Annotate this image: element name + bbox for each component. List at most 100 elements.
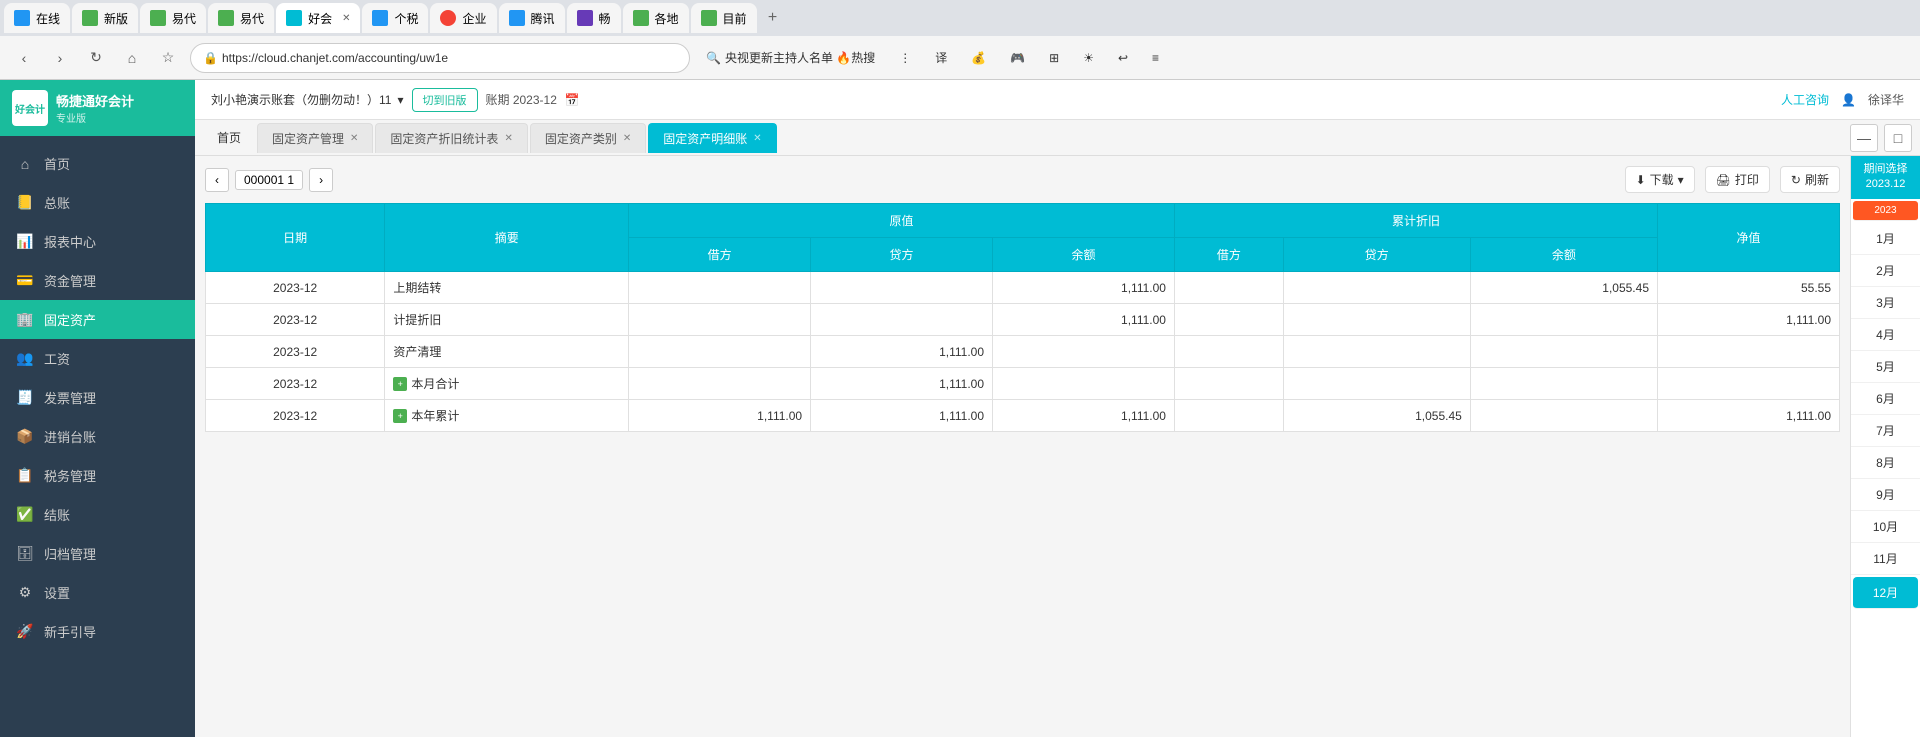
period-month[interactable]: 8月: [1851, 447, 1920, 479]
tab-minimize-button[interactable]: —: [1850, 124, 1878, 152]
sidebar-menu: ⌂ 首页 📒 总账 📊 报表中心 💳 资金管理 🏢 固定资产 👥 工资: [0, 136, 195, 737]
sidebar-item-fund[interactable]: 💳 资金管理: [0, 261, 195, 300]
address-bar-row: ‹ › ↻ ⌂ ☆ 🔒 https://cloud.chanjet.com/ac…: [0, 36, 1920, 80]
sidebar-item-invoice[interactable]: 🧾 发票管理: [0, 378, 195, 417]
sidebar-item-settings[interactable]: ⚙ 设置: [0, 573, 195, 612]
sidebar-item-archive[interactable]: 🗄 归档管理: [0, 534, 195, 573]
game-button[interactable]: 🎮: [1002, 47, 1033, 69]
cell-date: 2023-12: [206, 336, 385, 368]
cell-orig-credit: [811, 304, 993, 336]
forward-button[interactable]: ›: [46, 44, 74, 72]
new-tab-button[interactable]: +: [759, 4, 787, 32]
settle-icon: ✅: [16, 506, 34, 524]
row-icon: +: [393, 409, 407, 423]
grid-button[interactable]: ⊞: [1041, 47, 1067, 69]
period-month[interactable]: 11月: [1851, 543, 1920, 575]
tab-fixed-mgmt-close[interactable]: ✕: [350, 133, 358, 144]
calendar-icon: 📅: [565, 93, 580, 107]
wallet-button[interactable]: 💰: [963, 47, 994, 69]
undo-button[interactable]: ↩: [1110, 47, 1136, 69]
sidebar-subtitle: 专业版: [56, 110, 134, 125]
home-button[interactable]: ⌂: [118, 44, 146, 72]
dropdown-arrow-icon[interactable]: ▾: [397, 93, 403, 107]
period-month[interactable]: 9月: [1851, 479, 1920, 511]
tab-fixed-mgmt[interactable]: 固定资产管理 ✕: [257, 123, 373, 153]
ai-consult-button[interactable]: 人工咨询: [1781, 91, 1829, 108]
tab-actions: — □: [1850, 124, 1912, 152]
browser-tab-close-haohao[interactable]: ✕: [342, 13, 350, 24]
period-month[interactable]: 10月: [1851, 511, 1920, 543]
sidebar-item-settle[interactable]: ✅ 结账: [0, 495, 195, 534]
browser-menu[interactable]: ⋮: [891, 47, 919, 69]
sidebar-logo: 好会计: [12, 90, 48, 126]
browser-tab-mubiao[interactable]: 目前: [691, 3, 757, 33]
print-button[interactable]: 🖨 打印: [1705, 166, 1770, 193]
sidebar-item-fixed[interactable]: 🏢 固定资产: [0, 300, 195, 339]
cell-orig-debit: [629, 272, 811, 304]
ledger-icon: 📒: [16, 194, 34, 212]
translate-button[interactable]: 译: [927, 45, 955, 70]
theme-button[interactable]: ☀: [1075, 47, 1102, 69]
tab-category[interactable]: 固定资产类别 ✕: [530, 123, 646, 153]
period-month[interactable]: 4月: [1851, 319, 1920, 351]
period-month[interactable]: 7月: [1851, 415, 1920, 447]
bookmark-button[interactable]: ☆: [154, 44, 182, 72]
tab-maximize-button[interactable]: □: [1884, 124, 1912, 152]
browser-tab-yidai2[interactable]: 易代: [208, 3, 274, 33]
refresh-button[interactable]: ↻ 刷新: [1780, 166, 1840, 193]
back-button[interactable]: ‹: [10, 44, 38, 72]
sidebar-item-label-fund: 资金管理: [44, 271, 96, 290]
ledger-next-button[interactable]: ›: [309, 168, 333, 192]
address-text: https://cloud.chanjet.com/accounting/uw1…: [222, 51, 448, 65]
period-month[interactable]: 1月: [1851, 223, 1920, 255]
browser-tab-geshui[interactable]: 个税: [362, 3, 428, 33]
sidebar-item-inventory[interactable]: 📦 进销台账: [0, 417, 195, 456]
browser-tab-qiye[interactable]: 企业: [430, 3, 496, 33]
cell-net-value: 1,111.00: [1658, 400, 1840, 432]
sidebar-item-label-fixed: 固定资产: [44, 310, 96, 329]
sidebar-item-guide[interactable]: 🚀 新手引导: [0, 612, 195, 651]
browser-settings-button[interactable]: ≡: [1144, 47, 1167, 69]
period-month[interactable]: 2月: [1851, 255, 1920, 287]
reload-button[interactable]: ↻: [82, 44, 110, 72]
browser-tab-zaixian[interactable]: 在线: [4, 3, 70, 33]
switch-version-button[interactable]: 切到旧版: [412, 88, 478, 112]
th-accumulated: 累计折旧: [1174, 204, 1657, 238]
sidebar-item-label-settle: 结账: [44, 505, 70, 524]
period-month[interactable]: 12月: [1853, 577, 1918, 609]
cell-acc-debit: [1174, 304, 1283, 336]
search-bar[interactable]: 🔍 央视更新主持人名单 🔥热搜: [698, 45, 883, 70]
th-acc-debit: 借方: [1174, 238, 1283, 272]
browser-tab-yidai1[interactable]: 易代: [140, 3, 206, 33]
browser-tab-xin[interactable]: 新版: [72, 3, 138, 33]
download-button[interactable]: ⬇ 下载 ▾: [1625, 166, 1695, 193]
browser-tab-haohao[interactable]: 好会 ✕: [276, 3, 360, 33]
sidebar-item-ledger[interactable]: 📒 总账: [0, 183, 195, 222]
ledger-prev-button[interactable]: ‹: [205, 168, 229, 192]
browser-tab-gedi[interactable]: 各地: [623, 3, 689, 33]
period-month[interactable]: 6月: [1851, 383, 1920, 415]
cell-date: 2023-12: [206, 272, 385, 304]
browser-tab-chang[interactable]: 畅: [567, 3, 621, 33]
period-month[interactable]: 5月: [1851, 351, 1920, 383]
browser-tab-tengxun[interactable]: 腾讯: [499, 3, 565, 33]
guide-icon: 🚀: [16, 623, 34, 641]
tab-category-close[interactable]: ✕: [623, 133, 631, 144]
app-container: 好会计 畅捷通好会计 专业版 ⌂ 首页 📒 总账 📊 报表中心 💳 资金管: [0, 80, 1920, 737]
period-panel-title: 期间选择: [1855, 162, 1916, 177]
sidebar-item-label-tax: 税务管理: [44, 466, 96, 485]
sidebar-item-tax[interactable]: 📋 税务管理: [0, 456, 195, 495]
tab-depreciation-close[interactable]: ✕: [504, 133, 512, 144]
address-input[interactable]: 🔒 https://cloud.chanjet.com/accounting/u…: [190, 43, 690, 73]
tab-detail[interactable]: 固定资产明细账 ✕: [648, 123, 776, 153]
period-year-badge[interactable]: 2023: [1853, 201, 1918, 221]
period-month[interactable]: 3月: [1851, 287, 1920, 319]
tab-home[interactable]: 首页: [203, 123, 255, 152]
tab-detail-close[interactable]: ✕: [753, 133, 761, 144]
cell-net-value: 55.55: [1658, 272, 1840, 304]
sidebar-item-home[interactable]: ⌂ 首页: [0, 144, 195, 183]
sidebar-item-payroll[interactable]: 👥 工资: [0, 339, 195, 378]
tab-depreciation[interactable]: 固定资产折旧统计表 ✕: [375, 123, 527, 153]
sidebar-item-report[interactable]: 📊 报表中心: [0, 222, 195, 261]
sidebar: 好会计 畅捷通好会计 专业版 ⌂ 首页 📒 总账 📊 报表中心 💳 资金管: [0, 80, 195, 737]
